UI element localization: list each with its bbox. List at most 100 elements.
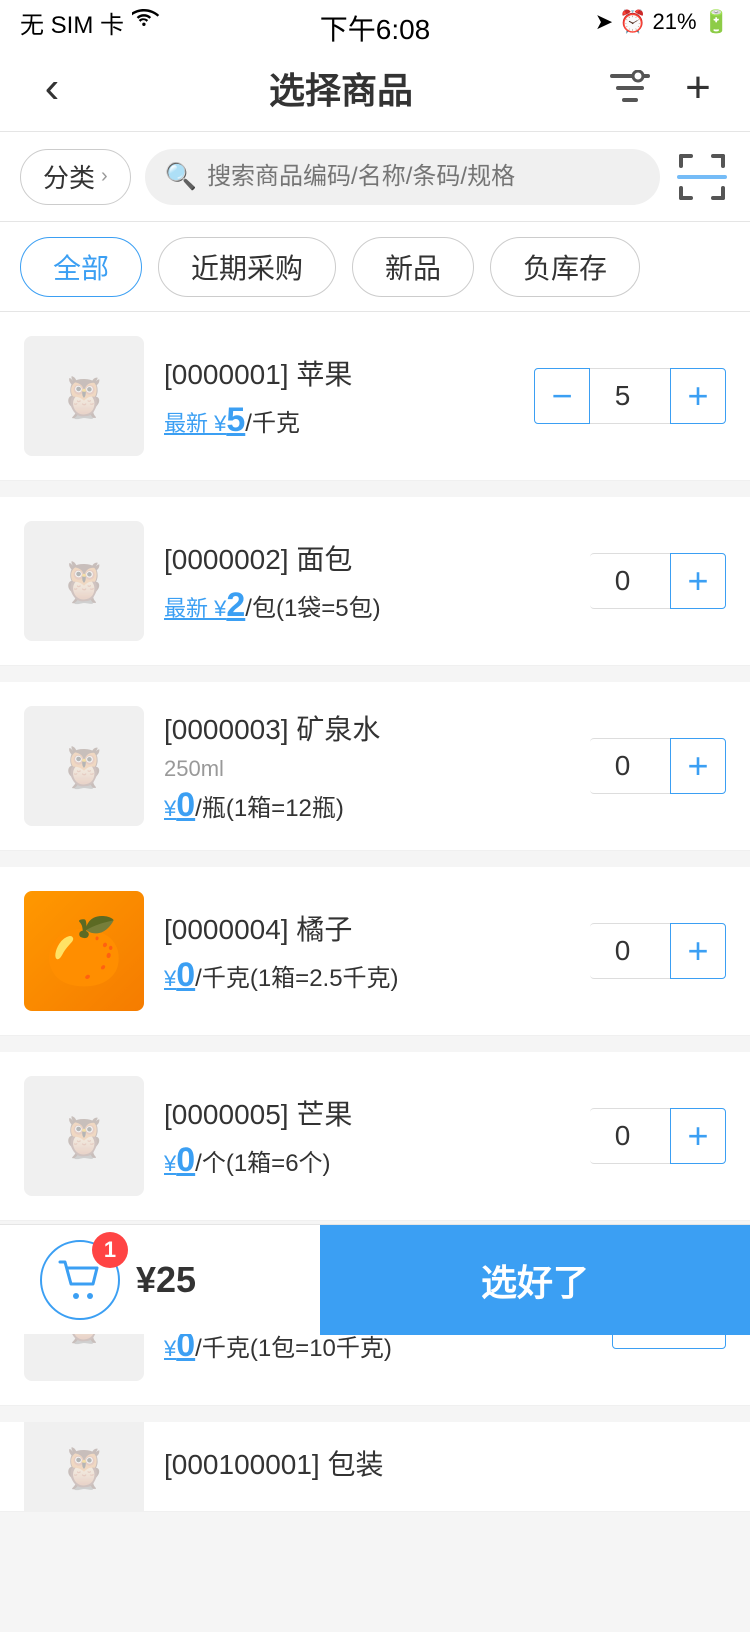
product-name-000100001: [000100001] 包装 (164, 1443, 726, 1483)
product-image-0000004: 🍊 (24, 891, 144, 1011)
price-value-0000004: 0 (176, 956, 195, 994)
nav-bar: ‹ 选择商品 + (0, 44, 750, 132)
back-button[interactable]: ‹ (30, 66, 74, 110)
add-button[interactable]: + (676, 66, 720, 110)
page-title: 选择商品 (269, 62, 413, 114)
product-image-0000001: 🦉 (24, 336, 144, 456)
product-image-0000003: 🦉 (24, 706, 144, 826)
product-name-0000004: [0000004] 橘子 (164, 908, 570, 948)
status-bar-right: ➤ ⏰ 21% 🔋 (595, 9, 730, 35)
filter-button[interactable] (608, 66, 652, 110)
status-bar-time: 下午6:08 (320, 8, 431, 48)
price-unit-0000005: /个(1箱=6个) (195, 1150, 330, 1177)
cart-icon-wrap: 1 (40, 1240, 120, 1320)
category-label: 分类 (43, 158, 95, 195)
price-unit-0000003: /瓶(1箱=12瓶) (195, 795, 344, 822)
status-bar: 无 SIM 卡 下午6:08 ➤ ⏰ 21% 🔋 (0, 0, 750, 44)
search-bar: 🔍 (145, 149, 660, 205)
qty-input-0000004[interactable] (590, 923, 670, 979)
cart-icon (58, 1260, 102, 1300)
product-name-0000005: [0000005] 芒果 (164, 1093, 570, 1133)
product-item-0000002: 🦉 [0000002] 面包 最新 ¥2/包(1袋=5包) + (0, 497, 750, 666)
qty-input-0000001[interactable] (590, 368, 670, 424)
price-symbol-0000004: ¥ (164, 966, 176, 991)
svg-text:🦉: 🦉 (59, 561, 109, 605)
svg-text:🦉: 🦉 (59, 746, 109, 790)
tab-negative[interactable]: 负库存 (490, 237, 640, 297)
product-item-0000003: 🦉 [0000003] 矿泉水 250ml ¥0/瓶(1箱=12瓶) + (0, 682, 750, 851)
confirm-button[interactable]: 选好了 (320, 1225, 750, 1335)
product-image-000100001: 🦉 (24, 1422, 144, 1512)
price-label-0000002: 最新 ¥ (164, 596, 226, 621)
product-name-0000002: [0000002] 面包 (164, 538, 570, 578)
quantity-control-0000001: − + (534, 368, 726, 424)
svg-text:🦉: 🦉 (59, 376, 109, 420)
qty-plus-0000005[interactable]: + (670, 1108, 726, 1164)
product-price-0000001: 最新 ¥5/千克 (164, 401, 514, 440)
tab-all[interactable]: 全部 (20, 237, 142, 297)
product-price-0000002: 最新 ¥2/包(1袋=5包) (164, 586, 570, 625)
product-item-0000004: 🍊 [0000004] 橘子 ¥0/千克(1箱=2.5千克) + (0, 867, 750, 1036)
filter-search-row: 分类 › 🔍 (0, 132, 750, 222)
price-unit-0000004: /千克(1箱=2.5千克) (195, 965, 398, 992)
chevron-right-icon: › (101, 165, 108, 188)
qty-plus-0000003[interactable]: + (670, 738, 726, 794)
search-input[interactable] (207, 163, 640, 191)
tab-row: 全部 近期采购 新品 负库存 (0, 222, 750, 312)
price-value-0000003: 0 (176, 786, 195, 824)
price-symbol-0000006: ¥ (164, 1336, 176, 1361)
product-price-0000005: ¥0/个(1箱=6个) (164, 1141, 570, 1180)
cart-badge: 1 (92, 1232, 128, 1268)
product-info-0000001: [0000001] 苹果 最新 ¥5/千克 (164, 353, 514, 440)
product-name-0000001: [0000001] 苹果 (164, 353, 514, 393)
svg-text:🦉: 🦉 (59, 1116, 109, 1160)
nav-right-buttons: + (608, 66, 720, 110)
tab-recent[interactable]: 近期采购 (158, 237, 336, 297)
carrier-label: 无 SIM 卡 (20, 5, 124, 40)
category-button[interactable]: 分类 › (20, 149, 131, 205)
price-value-0000005: 0 (176, 1141, 195, 1179)
qty-input-0000003[interactable] (590, 738, 670, 794)
battery-icon: 🔋 (703, 9, 730, 35)
scan-button[interactable] (674, 149, 730, 205)
wifi-icon (132, 8, 160, 36)
cart-total: ¥25 (136, 1259, 196, 1301)
price-unit-0000002: /包(1袋=5包) (245, 595, 380, 622)
qty-input-0000005[interactable] (590, 1108, 670, 1164)
price-unit-0000006: /千克(1包=10千克) (195, 1335, 392, 1362)
bottom-bar: 1 ¥25 选好了 (0, 1224, 750, 1334)
qty-plus-0000004[interactable]: + (670, 923, 726, 979)
price-value-0000001: 5 (226, 401, 245, 439)
qty-input-0000002[interactable] (590, 553, 670, 609)
qty-plus-0000001[interactable]: + (670, 368, 726, 424)
price-symbol-0000005: ¥ (164, 1151, 176, 1176)
product-image-0000005: 🦉 (24, 1076, 144, 1196)
location-icon: ➤ (595, 9, 613, 35)
quantity-control-0000005: + (590, 1108, 726, 1164)
price-value-0000002: 2 (226, 586, 245, 624)
search-icon: 🔍 (165, 161, 197, 192)
qty-minus-0000001[interactable]: − (534, 368, 590, 424)
quantity-control-0000002: + (590, 553, 726, 609)
product-list: 🦉 [0000001] 苹果 最新 ¥5/千克 − + 🦉 [0000002] … (0, 312, 750, 1632)
product-info-0000005: [0000005] 芒果 ¥0/个(1箱=6个) (164, 1093, 570, 1180)
product-info-0000004: [0000004] 橘子 ¥0/千克(1箱=2.5千克) (164, 908, 570, 995)
battery-label: 21% (653, 9, 697, 35)
cart-section[interactable]: 1 ¥25 (0, 1240, 320, 1320)
product-price-0000003: ¥0/瓶(1箱=12瓶) (164, 786, 570, 825)
alarm-icon: ⏰ (619, 9, 646, 35)
product-info-0000002: [0000002] 面包 最新 ¥2/包(1袋=5包) (164, 538, 570, 625)
product-info-0000003: [0000003] 矿泉水 250ml ¥0/瓶(1箱=12瓶) (164, 708, 570, 825)
product-item-0000005: 🦉 [0000005] 芒果 ¥0/个(1箱=6个) + (0, 1052, 750, 1221)
tab-new[interactable]: 新品 (352, 237, 474, 297)
product-info-000100001: [000100001] 包装 (164, 1443, 726, 1491)
price-label-0000001: 最新 ¥ (164, 411, 226, 436)
price-unit-0000001: /千克 (245, 410, 300, 437)
svg-text:🦉: 🦉 (59, 1447, 109, 1491)
quantity-control-0000003: + (590, 738, 726, 794)
quantity-control-0000004: + (590, 923, 726, 979)
product-name-0000003: [0000003] 矿泉水 (164, 708, 570, 748)
product-item-000100001: 🦉 [000100001] 包装 (0, 1422, 750, 1512)
price-symbol-0000003: ¥ (164, 796, 176, 821)
qty-plus-0000002[interactable]: + (670, 553, 726, 609)
